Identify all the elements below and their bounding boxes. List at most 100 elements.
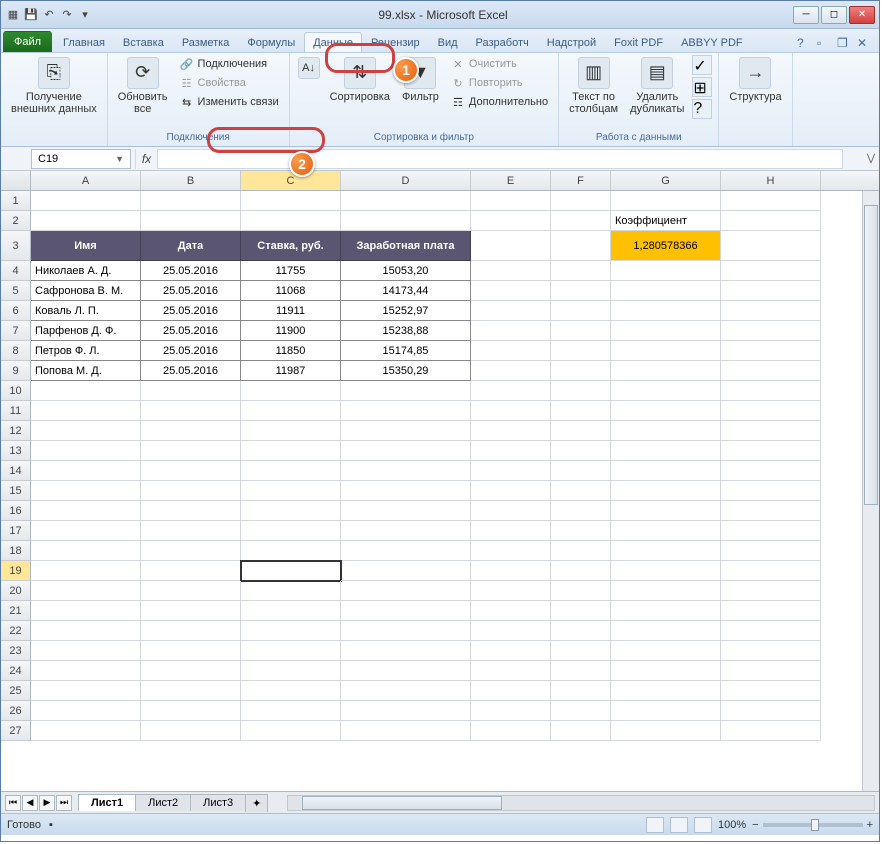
scrollbar-thumb[interactable] bbox=[302, 796, 502, 810]
cell[interactable] bbox=[31, 191, 141, 211]
formula-input[interactable] bbox=[157, 149, 843, 169]
zoom-slider[interactable] bbox=[763, 823, 863, 827]
sort-az-button[interactable]: A↓ bbox=[296, 55, 322, 83]
cell[interactable] bbox=[551, 461, 611, 481]
cell[interactable] bbox=[611, 341, 721, 361]
cell[interactable] bbox=[471, 701, 551, 721]
cell[interactable] bbox=[341, 441, 471, 461]
new-sheet-button[interactable]: ✦ bbox=[245, 794, 268, 812]
cell[interactable] bbox=[721, 421, 821, 441]
cell[interactable] bbox=[721, 441, 821, 461]
cell[interactable] bbox=[141, 421, 241, 441]
row-header[interactable]: 26 bbox=[1, 701, 31, 721]
cell[interactable] bbox=[241, 621, 341, 641]
cell[interactable] bbox=[611, 461, 721, 481]
cell[interactable] bbox=[721, 321, 821, 341]
cell[interactable] bbox=[31, 581, 141, 601]
row-header[interactable]: 1 bbox=[1, 191, 31, 211]
cell[interactable]: Заработная плата bbox=[341, 231, 471, 261]
cell[interactable] bbox=[551, 191, 611, 211]
col-header[interactable]: A bbox=[31, 171, 141, 190]
row-header[interactable]: 5 bbox=[1, 281, 31, 301]
cell[interactable]: 11850 bbox=[241, 341, 341, 361]
row-header[interactable]: 11 bbox=[1, 401, 31, 421]
col-header[interactable]: D bbox=[341, 171, 471, 190]
row-header[interactable]: 12 bbox=[1, 421, 31, 441]
cell[interactable] bbox=[721, 281, 821, 301]
cell[interactable] bbox=[31, 481, 141, 501]
cell[interactable] bbox=[471, 281, 551, 301]
sheet-tab[interactable]: Лист1 bbox=[78, 794, 136, 811]
cell[interactable] bbox=[341, 621, 471, 641]
view-layout-button[interactable] bbox=[670, 817, 688, 833]
cell[interactable] bbox=[721, 501, 821, 521]
tab-data[interactable]: Данные bbox=[304, 32, 362, 52]
cell[interactable] bbox=[141, 681, 241, 701]
cell[interactable] bbox=[551, 561, 611, 581]
cell[interactable]: 15252,97 bbox=[341, 301, 471, 321]
cell[interactable] bbox=[31, 541, 141, 561]
tab-layout[interactable]: Разметка bbox=[173, 32, 239, 52]
cell[interactable] bbox=[551, 661, 611, 681]
sheet-tab[interactable]: Лист3 bbox=[190, 794, 246, 811]
cell[interactable] bbox=[551, 521, 611, 541]
sheet-nav-next[interactable]: ▶ bbox=[39, 795, 55, 811]
minimize-button[interactable]: ─ bbox=[793, 6, 819, 24]
cell[interactable]: 25.05.2016 bbox=[141, 261, 241, 281]
row-header[interactable]: 3 bbox=[1, 231, 31, 261]
tab-file[interactable]: Файл bbox=[3, 31, 52, 52]
redo-icon[interactable]: ↷ bbox=[59, 7, 75, 23]
cell[interactable] bbox=[141, 381, 241, 401]
cell[interactable] bbox=[551, 261, 611, 281]
select-all-corner[interactable] bbox=[1, 171, 31, 190]
cell[interactable] bbox=[341, 661, 471, 681]
doc-restore-icon[interactable]: ❐ bbox=[837, 36, 853, 52]
col-header[interactable]: E bbox=[471, 171, 551, 190]
get-external-data-button[interactable]: ⎘ Получение внешних данных bbox=[7, 55, 101, 117]
cell[interactable] bbox=[551, 621, 611, 641]
cell[interactable] bbox=[31, 381, 141, 401]
outline-button[interactable]: → Структура bbox=[725, 55, 785, 105]
cell[interactable]: 15053,20 bbox=[341, 261, 471, 281]
cell[interactable] bbox=[611, 261, 721, 281]
cell[interactable] bbox=[471, 301, 551, 321]
cell[interactable] bbox=[721, 601, 821, 621]
col-header[interactable]: H bbox=[721, 171, 821, 190]
cell[interactable] bbox=[141, 601, 241, 621]
cell[interactable]: 14173,44 bbox=[341, 281, 471, 301]
cell[interactable] bbox=[341, 561, 471, 581]
cell[interactable] bbox=[241, 721, 341, 741]
cell[interactable] bbox=[551, 481, 611, 501]
cell[interactable] bbox=[551, 641, 611, 661]
cell[interactable]: Дата bbox=[141, 231, 241, 261]
row-header[interactable]: 21 bbox=[1, 601, 31, 621]
text-to-columns-button[interactable]: ▥ Текст по столбцам bbox=[565, 55, 622, 117]
tab-formulas[interactable]: Формулы bbox=[238, 32, 304, 52]
cell[interactable] bbox=[471, 601, 551, 621]
cell[interactable] bbox=[341, 581, 471, 601]
cell[interactable] bbox=[551, 301, 611, 321]
cell[interactable] bbox=[611, 401, 721, 421]
cell[interactable] bbox=[551, 211, 611, 231]
worksheet-grid[interactable]: A B C D E F G H 12Коэффициент3ИмяДатаСта… bbox=[1, 171, 879, 791]
horizontal-scrollbar[interactable] bbox=[287, 795, 875, 811]
cell[interactable] bbox=[551, 281, 611, 301]
row-header[interactable]: 10 bbox=[1, 381, 31, 401]
sheet-nav-last[interactable]: ⏭ bbox=[56, 795, 72, 811]
cell[interactable] bbox=[721, 361, 821, 381]
remove-duplicates-button[interactable]: ▤ Удалить дубликаты bbox=[626, 55, 688, 117]
close-button[interactable]: ✕ bbox=[849, 6, 875, 24]
cell[interactable] bbox=[721, 341, 821, 361]
save-icon[interactable]: 💾 bbox=[23, 7, 39, 23]
cell[interactable]: 25.05.2016 bbox=[141, 341, 241, 361]
col-header[interactable]: G bbox=[611, 171, 721, 190]
cell[interactable] bbox=[341, 381, 471, 401]
cell[interactable] bbox=[721, 301, 821, 321]
cell[interactable] bbox=[241, 211, 341, 231]
properties-button[interactable]: ☷Свойства bbox=[176, 74, 283, 92]
row-header[interactable]: 27 bbox=[1, 721, 31, 741]
cell[interactable] bbox=[721, 521, 821, 541]
doc-close-icon[interactable]: ✕ bbox=[857, 36, 873, 52]
cell[interactable] bbox=[141, 521, 241, 541]
cell[interactable]: 11900 bbox=[241, 321, 341, 341]
